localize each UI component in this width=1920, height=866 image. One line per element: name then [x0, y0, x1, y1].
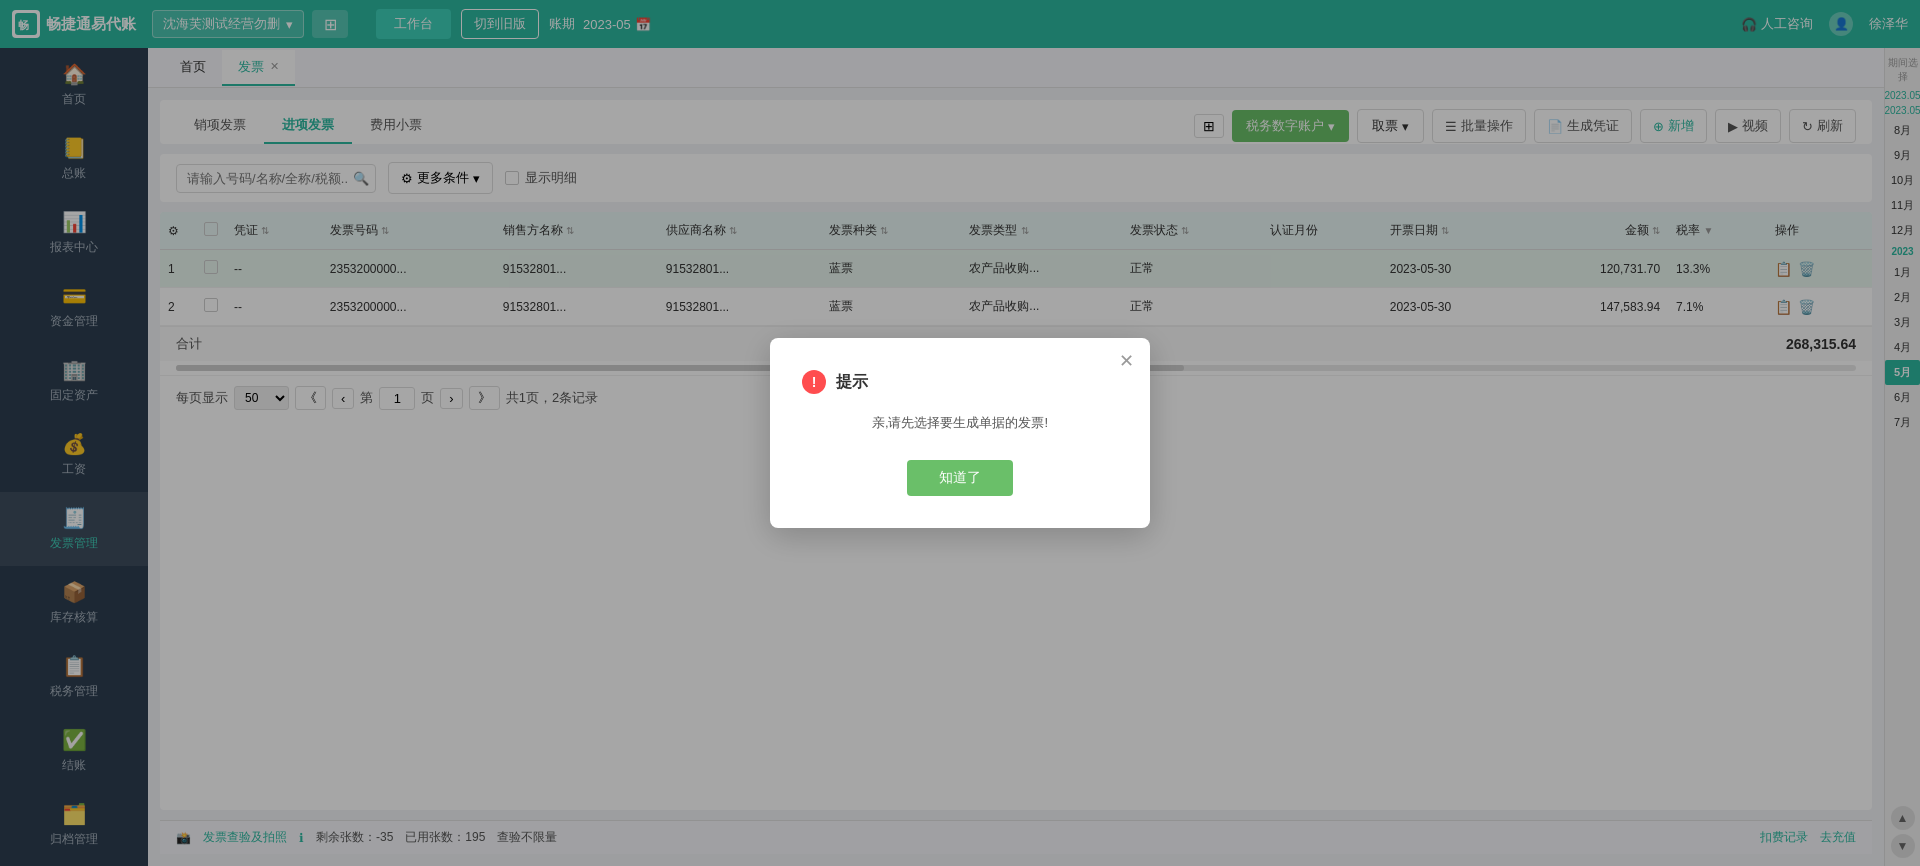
confirm-button[interactable]: 知道了	[907, 460, 1013, 496]
modal-box: ✕ ! 提示 亲,请先选择要生成单据的发票! 知道了	[770, 338, 1150, 528]
modal-title: ! 提示	[802, 370, 1118, 394]
modal-footer: 知道了	[802, 460, 1118, 496]
warning-icon: !	[802, 370, 826, 394]
modal-title-text: 提示	[836, 372, 868, 393]
modal-message: 亲,请先选择要生成单据的发票!	[802, 414, 1118, 432]
modal-close-button[interactable]: ✕	[1119, 350, 1134, 372]
modal-overlay: ✕ ! 提示 亲,请先选择要生成单据的发票! 知道了	[0, 0, 1920, 866]
